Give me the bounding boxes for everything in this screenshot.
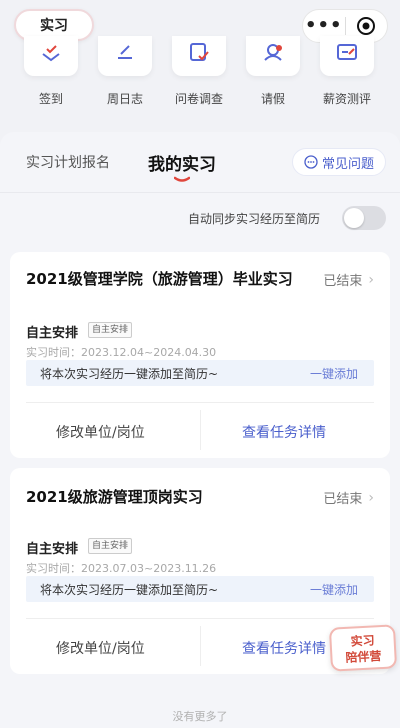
modify-unit-button[interactable]: 修改单位/岗位: [56, 422, 145, 442]
card-divider: [26, 402, 374, 403]
view-task-details-button[interactable]: 查看任务详情: [242, 638, 326, 658]
sync-toggle[interactable]: [342, 206, 386, 230]
status-label: 已结束: [323, 274, 363, 289]
func-salary[interactable]: 薪资测评: [312, 36, 382, 107]
card-title[interactable]: 2021级旅游管理顶岗实习: [26, 486, 203, 507]
arrangement-label: 自主安排: [26, 542, 79, 557]
chevron-right-icon: ›: [368, 271, 374, 288]
func-label: 问卷调查: [174, 92, 223, 106]
add-to-resume-bar: 将本次实习经历一键添加至简历~ 一键添加: [26, 360, 374, 386]
add-to-resume-bar: 将本次实习经历一键添加至简历~ 一键添加: [26, 576, 374, 602]
internship-time: 实习时间：2023.07.03~2023.11.26: [26, 562, 217, 575]
func-checkin[interactable]: 签到: [16, 36, 86, 107]
tab-bar: 实习计划报名 我的实习 常见问题: [0, 132, 400, 190]
modify-unit-button[interactable]: 修改单位/岗位: [56, 638, 145, 658]
leave-icon: [246, 36, 300, 76]
chevron-right-icon: ›: [368, 489, 374, 506]
card-status[interactable]: 已结束 ›: [323, 270, 374, 290]
one-click-add-button[interactable]: 一键添加: [310, 581, 358, 598]
func-leave[interactable]: 请假: [238, 36, 308, 107]
salary-icon: [320, 36, 374, 76]
tab-plan-registration[interactable]: 实习计划报名: [26, 152, 110, 172]
card-status[interactable]: 已结束 ›: [323, 488, 374, 508]
faq-label: 常见问题: [321, 156, 374, 172]
internship-card: 2021级管理学院（旅游管理）毕业实习 已结束 › 自主安排 自主安排 实习时间…: [10, 252, 390, 458]
badge-line2: 陪伴营: [345, 649, 382, 665]
arrangement-tag: 自主安排: [88, 322, 133, 338]
view-task-details-button[interactable]: 查看任务详情: [242, 422, 326, 442]
button-separator: [200, 626, 201, 666]
faq-button[interactable]: 常见问题: [292, 148, 386, 176]
func-label: 周日志: [106, 92, 143, 106]
checkin-icon: [24, 36, 78, 76]
card-divider: [26, 618, 374, 619]
sync-label: 自动同步实习经历至简历: [187, 212, 320, 226]
toggle-knob: [344, 208, 364, 228]
func-survey[interactable]: 问卷调查: [164, 36, 234, 107]
active-tab-indicator: [174, 176, 190, 182]
arrangement-label: 自主安排: [26, 326, 79, 341]
card-title[interactable]: 2021级管理学院（旅游管理）毕业实习: [26, 268, 293, 289]
arrangement-tag: 自主安排: [88, 538, 133, 554]
weekly-log-icon: [98, 36, 152, 76]
tab-my-internship[interactable]: 我的实习: [148, 150, 216, 175]
divider: [0, 192, 400, 193]
button-separator: [200, 410, 201, 450]
func-label: 请假: [260, 92, 285, 106]
func-label: 签到: [38, 92, 63, 106]
sync-resume-row: 自动同步实习经历至简历: [0, 204, 400, 232]
survey-icon: [172, 36, 226, 76]
status-label: 已结束: [323, 492, 363, 507]
internship-time: 实习时间：2023.12.04~2024.04.30: [26, 346, 217, 359]
no-more-note: 没有更多了: [172, 710, 228, 723]
func-label: 薪资测评: [322, 92, 371, 106]
add-to-resume-text: 将本次实习经历一键添加至简历~: [40, 367, 219, 381]
internship-companion-badge[interactable]: 实习 陪伴营: [328, 624, 398, 672]
close-miniprogram-icon[interactable]: [345, 16, 387, 36]
one-click-add-button[interactable]: 一键添加: [310, 365, 358, 382]
chat-icon: [304, 155, 318, 169]
function-row: 签到 周日志 问卷调查 请假 薪资测评: [0, 36, 400, 116]
func-weekly-log[interactable]: 周日志: [90, 36, 160, 107]
add-to-resume-text: 将本次实习经历一键添加至简历~: [40, 583, 219, 597]
